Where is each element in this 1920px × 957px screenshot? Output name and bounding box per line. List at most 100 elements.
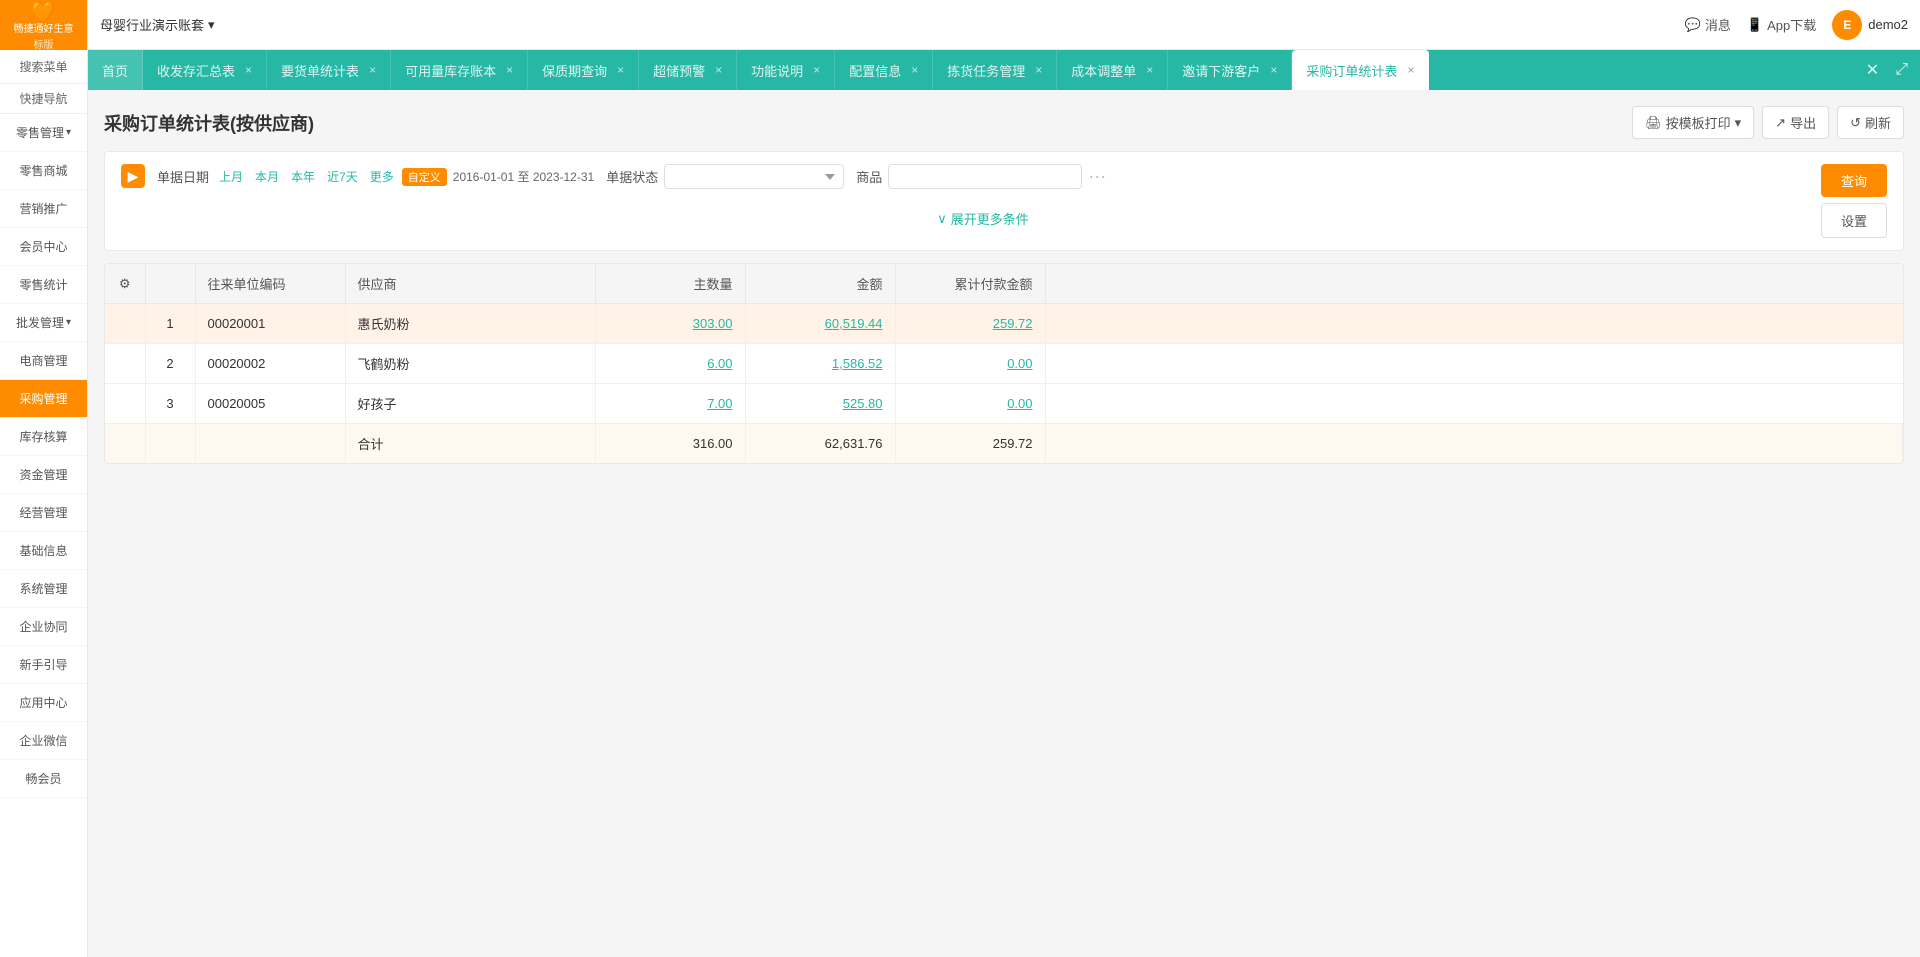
tab-purchase-summary[interactable]: 要货单统计表× xyxy=(267,50,391,90)
tab-close-icon[interactable]: × xyxy=(245,63,252,77)
row-qty[interactable]: 7.00 xyxy=(595,384,745,424)
row-paid[interactable]: 0.00 xyxy=(895,344,1045,384)
tab-overstock[interactable]: 超储预警× xyxy=(639,50,737,90)
filter-row-1: 单据日期 上月 本月 本年 近7天 更多 自定义 2016-01-01 至 20… xyxy=(157,164,1809,189)
sidebar-item-enterprise-collab[interactable]: 企业协同 xyxy=(0,608,87,646)
footer-gear xyxy=(105,424,145,464)
row-index: 1 xyxy=(145,304,195,344)
tab-close-icon[interactable]: × xyxy=(369,63,376,77)
tab-close-icon[interactable]: × xyxy=(1035,63,1042,77)
tab-invite-downstream[interactable]: 邀请下游客户× xyxy=(1168,50,1292,90)
sidebar-item-member[interactable]: 畅会员 xyxy=(0,760,87,798)
sidebar-label: 会员中心 xyxy=(19,238,67,255)
tab-home[interactable]: 首页 xyxy=(88,50,143,90)
settings-btn[interactable]: 设置 xyxy=(1821,203,1887,238)
tab-close-icon[interactable]: × xyxy=(1146,63,1153,77)
tab-inventory-book[interactable]: 可用量库存账本× xyxy=(391,50,528,90)
sidebar-item-retail-shop[interactable]: 零售商城 xyxy=(0,152,87,190)
tab-label: 配置信息 xyxy=(849,61,901,80)
row-amount[interactable]: 525.80 xyxy=(745,384,895,424)
th-gear[interactable]: ⚙ xyxy=(105,264,145,304)
date-more[interactable]: 更多 xyxy=(366,166,398,187)
tab-cost-adjust[interactable]: 成本调整单× xyxy=(1057,50,1168,90)
sidebar-item-search[interactable]: 搜索菜单 xyxy=(0,50,87,84)
sidebar-item-purchase-mgmt[interactable]: 采购管理 xyxy=(0,380,87,418)
sidebar-item-system-mgmt[interactable]: 系统管理 xyxy=(0,570,87,608)
sidebar-item-app-center[interactable]: 应用中心 xyxy=(0,684,87,722)
message-label: 消息 xyxy=(1705,15,1731,34)
status-select[interactable] xyxy=(664,164,844,189)
tab-close-icon[interactable]: × xyxy=(813,63,820,77)
sidebar-item-member-center[interactable]: 会员中心 xyxy=(0,228,87,266)
sidebar-item-basic-info[interactable]: 基础信息 xyxy=(0,532,87,570)
expand-tab-btn[interactable]: ⤢ xyxy=(1891,57,1912,83)
page-title: 采购订单统计表(按供应商) xyxy=(104,110,314,136)
tab-close-icon[interactable]: × xyxy=(715,63,722,77)
sidebar-item-inventory[interactable]: 库存核算 xyxy=(0,418,87,456)
date-custom-badge: 自定义 xyxy=(402,168,447,186)
tab-close-icon[interactable]: × xyxy=(506,63,513,77)
user-menu[interactable]: E demo2 xyxy=(1832,10,1908,40)
row-qty[interactable]: 6.00 xyxy=(595,344,745,384)
message-btn[interactable]: 💬 消息 xyxy=(1685,15,1731,34)
tab-close-icon[interactable]: × xyxy=(1407,63,1414,77)
row-amount[interactable]: 1,586.52 xyxy=(745,344,895,384)
sidebar-item-wholesale-mgmt[interactable]: 批发管理▾ xyxy=(0,304,87,342)
tab-close-icon[interactable]: × xyxy=(1270,63,1277,77)
sidebar-label: 电商管理 xyxy=(19,352,67,369)
export-btn[interactable]: ↗ 导出 xyxy=(1762,106,1829,139)
row-paid[interactable]: 259.72 xyxy=(895,304,1045,344)
template-print-btn[interactable]: 🖨 按模板打印 ▾ xyxy=(1632,106,1754,139)
sidebar-label: 批发管理 xyxy=(16,314,64,331)
tab-receipt-summary[interactable]: 收发存汇总表× xyxy=(143,50,267,90)
dropdown-icon: ▾ xyxy=(208,17,215,33)
sidebar-label: 应用中心 xyxy=(19,694,67,711)
tab-pick-task[interactable]: 拣货任务管理× xyxy=(933,50,1057,90)
sidebar-item-finance[interactable]: 资金管理 xyxy=(0,456,87,494)
filter-expand-btn[interactable]: ▶ xyxy=(121,164,145,188)
sidebar-item-retail-mgmt[interactable]: 零售管理▾ xyxy=(0,114,87,152)
footer-index xyxy=(145,424,195,464)
date-7days[interactable]: 近7天 xyxy=(323,166,362,187)
date-last-month[interactable]: 上月 xyxy=(215,166,247,187)
tab-close-icon[interactable]: × xyxy=(911,63,918,77)
sidebar-item-retail-stats[interactable]: 零售统计 xyxy=(0,266,87,304)
export-icon: ↗ xyxy=(1775,115,1786,131)
tab-purchase-order-summary[interactable]: 采购订单统计表× xyxy=(1292,50,1429,90)
goods-more-icon[interactable]: ··· xyxy=(1088,166,1106,187)
tab-config-info[interactable]: 配置信息 × xyxy=(835,50,933,90)
date-this-month[interactable]: 本月 xyxy=(251,166,283,187)
query-btn[interactable]: 查询 xyxy=(1821,164,1887,197)
row-amount[interactable]: 60,519.44 xyxy=(745,304,895,344)
row-code: 00020005 xyxy=(195,384,345,424)
date-this-year[interactable]: 本年 xyxy=(287,166,319,187)
sidebar-item-operations[interactable]: 经营管理 xyxy=(0,494,87,532)
sidebar-item-new-guide[interactable]: 新手引导 xyxy=(0,646,87,684)
row-index: 3 xyxy=(145,384,195,424)
goods-input[interactable] xyxy=(888,164,1082,189)
refresh-btn[interactable]: ↺ 刷新 xyxy=(1837,106,1904,139)
tab-close-icon[interactable]: × xyxy=(617,63,624,77)
sidebar-item-quick-nav[interactable]: 快捷导航 xyxy=(0,84,87,114)
sidebar-label: 库存核算 xyxy=(19,428,67,445)
tab-shelf-life[interactable]: 保质期查询× xyxy=(528,50,639,90)
sidebar-item-marketing[interactable]: 营销推广 xyxy=(0,190,87,228)
sidebar-label: 经营管理 xyxy=(19,504,67,521)
expand-more-btn[interactable]: ∨ 展开更多条件 xyxy=(157,205,1809,232)
tabbar: 首页收发存汇总表×要货单统计表×可用量库存账本×保质期查询×超储预警×功能说明×… xyxy=(88,50,1920,90)
logo-icon: 🧡 xyxy=(31,0,56,24)
row-supplier: 飞鹤奶粉 xyxy=(345,344,595,384)
close-tab-btn[interactable]: ✕ xyxy=(1862,56,1883,84)
app-logo: 🧡 畅捷通好生意 标版 xyxy=(0,0,87,50)
sidebar-label: 畅会员 xyxy=(25,770,61,787)
account-selector[interactable]: 母婴行业演示账套 ▾ xyxy=(100,15,215,34)
tab-function-desc[interactable]: 功能说明× xyxy=(737,50,835,90)
app-download-btn[interactable]: 📱 App下载 xyxy=(1747,15,1816,34)
sidebar-item-enterprise-wechat[interactable]: 企业微信 xyxy=(0,722,87,760)
row-qty[interactable]: 303.00 xyxy=(595,304,745,344)
user-name: demo2 xyxy=(1868,17,1908,32)
row-paid[interactable]: 0.00 xyxy=(895,384,1045,424)
row-gear xyxy=(105,384,145,424)
row-supplier: 惠氏奶粉 xyxy=(345,304,595,344)
sidebar-item-ecommerce[interactable]: 电商管理 xyxy=(0,342,87,380)
